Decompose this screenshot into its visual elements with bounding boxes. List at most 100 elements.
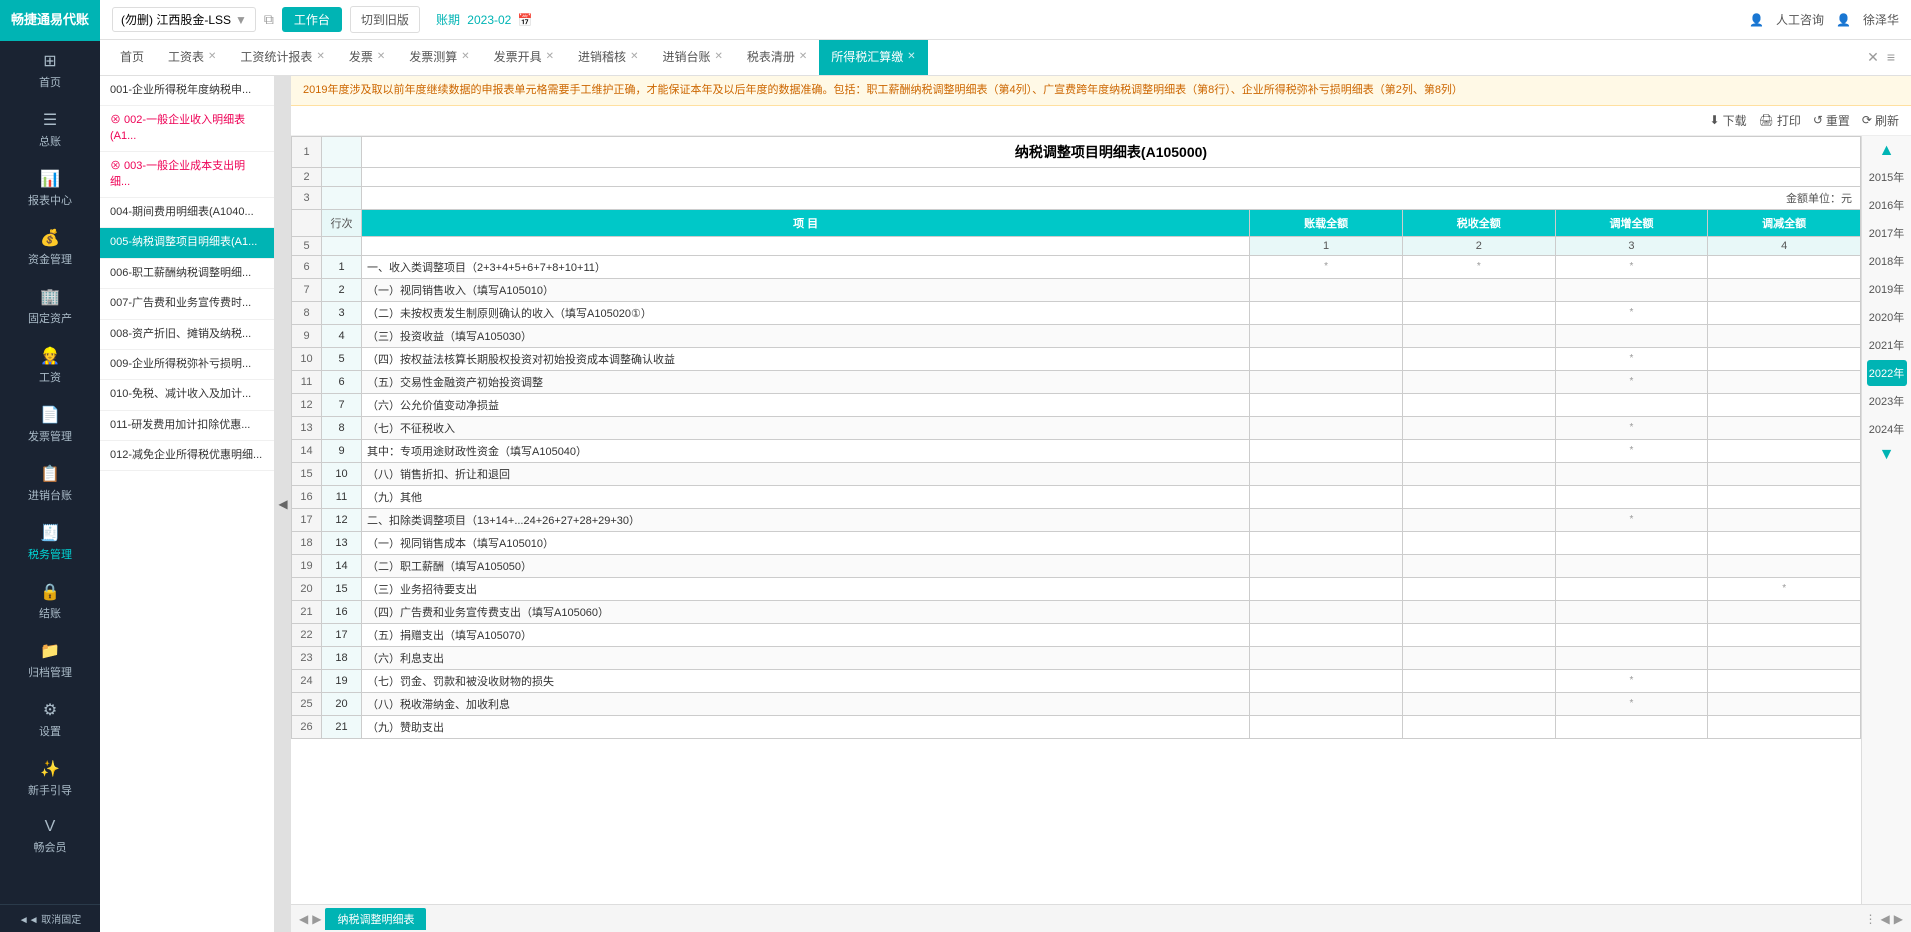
- tab-payroll-report-close[interactable]: ✕: [316, 51, 324, 62]
- col-1-val[interactable]: [1250, 715, 1403, 738]
- sidebar-item-payroll[interactable]: 👷 工资: [0, 336, 100, 395]
- sidebar-item-home[interactable]: ⊞ 首页: [0, 41, 100, 100]
- year-2023[interactable]: 2023年: [1867, 388, 1907, 414]
- col-2-val[interactable]: *: [1402, 255, 1555, 278]
- col-3-val[interactable]: [1555, 278, 1708, 301]
- tab-input-tax-close[interactable]: ✕: [630, 51, 638, 62]
- col-4-val[interactable]: [1708, 416, 1861, 439]
- col-1-val[interactable]: [1250, 577, 1403, 600]
- col-2-val[interactable]: [1402, 531, 1555, 554]
- copy-icon[interactable]: ⧉: [264, 11, 274, 28]
- tab-payroll-report[interactable]: 工资统计报表 ✕: [228, 40, 336, 75]
- col-2-val[interactable]: [1402, 623, 1555, 646]
- col-2-val[interactable]: [1402, 554, 1555, 577]
- col-2-val[interactable]: [1402, 462, 1555, 485]
- unpin-button[interactable]: ◄◄ 取消固定: [0, 905, 100, 932]
- col-3-val[interactable]: [1555, 324, 1708, 347]
- col-3-val[interactable]: [1555, 393, 1708, 416]
- col-1-val[interactable]: [1250, 646, 1403, 669]
- col-1-val[interactable]: [1250, 416, 1403, 439]
- period-edit-icon[interactable]: 📅: [518, 13, 533, 27]
- tab-income-tax[interactable]: 所得税汇算缴 ✕: [819, 40, 927, 75]
- col-4-val[interactable]: [1708, 531, 1861, 554]
- sheet-scroll-left[interactable]: ⋮: [1865, 912, 1877, 926]
- col-b-item[interactable]: （五）交易性金融资产初始投资调整: [362, 370, 1250, 393]
- col-1-val[interactable]: *: [1250, 255, 1403, 278]
- col-b-item[interactable]: （三）业务招待要支出: [362, 577, 1250, 600]
- sidebar-item-member[interactable]: V 畅会员: [0, 808, 100, 865]
- col-b-item[interactable]: （一）视同销售收入（填写A105010）: [362, 278, 1250, 301]
- sheet-nav-left[interactable]: ◀: [299, 912, 308, 926]
- col-4-val[interactable]: [1708, 255, 1861, 278]
- col-3-val[interactable]: *: [1555, 669, 1708, 692]
- col-b-item[interactable]: 其中：专项用途财政性资金（填写A105040）: [362, 439, 1250, 462]
- col-3-val[interactable]: [1555, 600, 1708, 623]
- oldversion-button[interactable]: 切到旧版: [350, 6, 420, 33]
- user-name[interactable]: 徐泽华: [1863, 11, 1899, 28]
- sidebar-item-fixed-assets[interactable]: 🏢 固定资产: [0, 277, 100, 336]
- col-3-val[interactable]: *: [1555, 370, 1708, 393]
- col-3-val[interactable]: [1555, 554, 1708, 577]
- year-2021[interactable]: 2021年: [1867, 332, 1907, 358]
- col-3-val[interactable]: [1555, 715, 1708, 738]
- left-panel-item-008[interactable]: 008-资产折旧、摊销及纳税...: [100, 320, 274, 350]
- col-4-val[interactable]: [1708, 301, 1861, 324]
- sidebar-item-fund-mgmt[interactable]: 💰 资金管理: [0, 218, 100, 277]
- col-4-val[interactable]: *: [1708, 577, 1861, 600]
- tab-invoice-open[interactable]: 发票开具 ✕: [482, 40, 566, 75]
- tab-payroll[interactable]: 工资表 ✕: [156, 40, 228, 75]
- col-4-val[interactable]: [1708, 508, 1861, 531]
- col-b-item[interactable]: （九）其他: [362, 485, 1250, 508]
- col-b-item[interactable]: 二、扣除类调整项目（13+14+...24+26+27+28+29+30）: [362, 508, 1250, 531]
- left-panel-item-003[interactable]: ⊗ 003-一般企业成本支出明细...: [100, 152, 274, 198]
- sheet-scroll-right2[interactable]: ▶: [1894, 912, 1903, 926]
- sidebar-item-closing[interactable]: 🔒 结账: [0, 572, 100, 631]
- download-button[interactable]: ⬇ 下载: [1710, 112, 1747, 129]
- year-nav-down[interactable]: ▼: [1877, 444, 1897, 466]
- col-4-val[interactable]: [1708, 278, 1861, 301]
- sidebar-item-settings[interactable]: ⚙ 设置: [0, 690, 100, 749]
- tab-input-ledger[interactable]: 进销台账 ✕: [650, 40, 734, 75]
- col-1-val[interactable]: [1250, 508, 1403, 531]
- col-4-val[interactable]: [1708, 623, 1861, 646]
- sheet-nav-right[interactable]: ▶: [312, 912, 321, 926]
- col-1-val[interactable]: [1250, 439, 1403, 462]
- tab-tax-clearance[interactable]: 税表清册 ✕: [735, 40, 819, 75]
- col-2-val[interactable]: [1402, 669, 1555, 692]
- col-2-val[interactable]: [1402, 301, 1555, 324]
- col-2-val[interactable]: [1402, 715, 1555, 738]
- col-3-val[interactable]: *: [1555, 439, 1708, 462]
- col-2-val[interactable]: [1402, 508, 1555, 531]
- col-1-val[interactable]: [1250, 554, 1403, 577]
- col-2-val[interactable]: [1402, 692, 1555, 715]
- col-b-item[interactable]: （六）公允价值变动净损益: [362, 393, 1250, 416]
- col-1-val[interactable]: [1250, 669, 1403, 692]
- col-4-val[interactable]: [1708, 393, 1861, 416]
- reset-button[interactable]: ↺ 重置: [1813, 112, 1850, 129]
- col-1-val[interactable]: [1250, 393, 1403, 416]
- sheet-scroll-right[interactable]: ◀: [1881, 912, 1890, 926]
- col-1-val[interactable]: [1250, 347, 1403, 370]
- col-2-val[interactable]: [1402, 577, 1555, 600]
- year-2018[interactable]: 2018年: [1867, 248, 1907, 274]
- worktable-button[interactable]: 工作台: [282, 7, 342, 32]
- tab-menu[interactable]: ≡: [1887, 49, 1895, 66]
- sheet-tab-main[interactable]: 纳税调整明细表: [325, 908, 426, 930]
- tab-input-tax[interactable]: 进销稽核 ✕: [566, 40, 650, 75]
- col-4-val[interactable]: [1708, 347, 1861, 370]
- col-2-val[interactable]: [1402, 600, 1555, 623]
- col-3-val[interactable]: *: [1555, 301, 1708, 324]
- col-4-val[interactable]: [1708, 485, 1861, 508]
- year-2015[interactable]: 2015年: [1867, 164, 1907, 190]
- col-2-val[interactable]: [1402, 347, 1555, 370]
- col-1-val[interactable]: [1250, 600, 1403, 623]
- sidebar-item-new-guide[interactable]: ✨ 新手引导: [0, 749, 100, 808]
- col-b-item[interactable]: （六）利息支出: [362, 646, 1250, 669]
- col-1-val[interactable]: [1250, 278, 1403, 301]
- col-b-item[interactable]: （八）税收滞纳金、加收利息: [362, 692, 1250, 715]
- refresh-button[interactable]: ⟳ 刷新: [1862, 112, 1899, 129]
- left-panel-item-010[interactable]: 010-免税、减计收入及加计...: [100, 380, 274, 410]
- sidebar-item-invoice-mgmt[interactable]: 📄 发票管理: [0, 395, 100, 454]
- consult-button[interactable]: 人工咨询: [1776, 11, 1824, 28]
- col-3-val[interactable]: *: [1555, 255, 1708, 278]
